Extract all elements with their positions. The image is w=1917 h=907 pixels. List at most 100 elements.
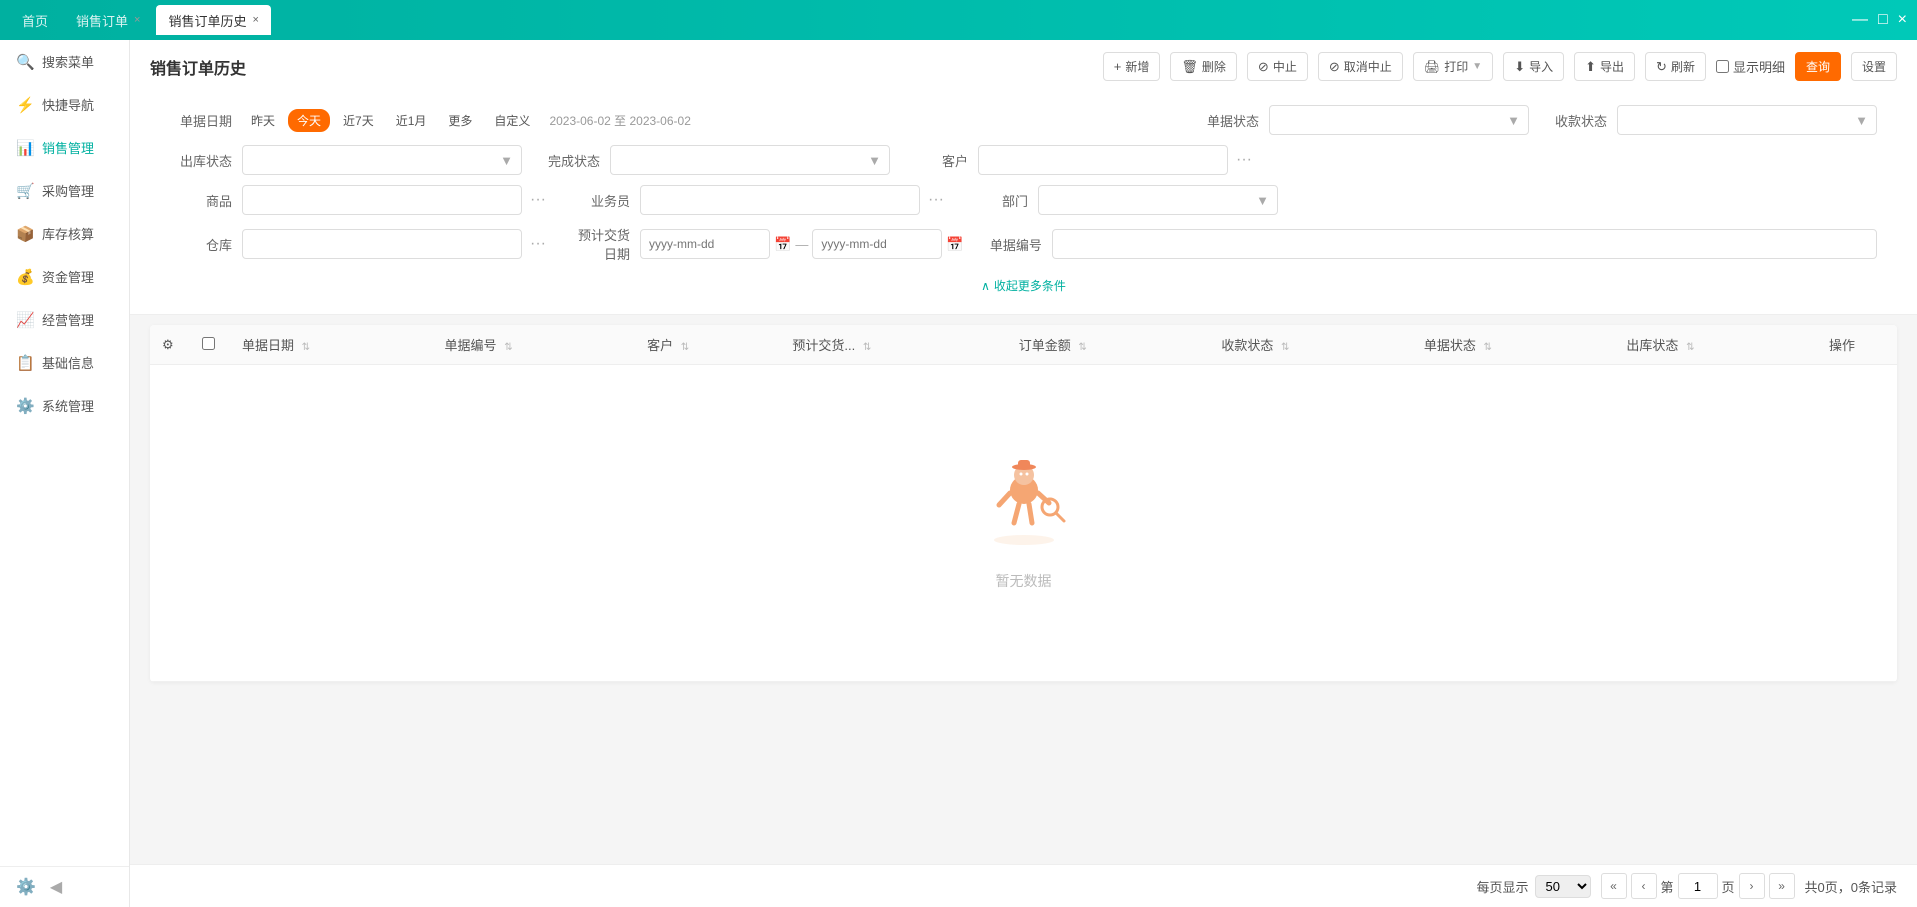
date-chip-custom[interactable]: 自定义 bbox=[485, 109, 539, 132]
cancel-stop-icon: ⊘ bbox=[1329, 59, 1340, 75]
sidebar-item-sales[interactable]: 📊 销售管理 bbox=[0, 126, 129, 169]
date-chip-more[interactable]: 更多 bbox=[439, 109, 481, 132]
sidebar-item-quick-nav[interactable]: ⚡ 快捷导航 bbox=[0, 83, 129, 126]
print-button[interactable]: 🖨 打印 ▼ bbox=[1413, 52, 1493, 81]
page-prev-btn[interactable]: ‹ bbox=[1631, 873, 1657, 899]
collapse-button[interactable]: ∧ 收起更多条件 bbox=[981, 277, 1066, 294]
sort-bill-status-icon[interactable]: ⇅ bbox=[1484, 342, 1492, 353]
th-payment-status[interactable]: 收款状态 ⇅ bbox=[1209, 325, 1412, 365]
sidebar-item-purchase[interactable]: 🛒 采购管理 bbox=[0, 169, 129, 212]
tab-sales-order-history-label: 销售订单历史 bbox=[168, 11, 246, 30]
bill-status-select[interactable]: ▼ bbox=[1269, 105, 1529, 135]
sort-expected-delivery-icon[interactable]: ⇅ bbox=[863, 342, 871, 353]
date-chip-today[interactable]: 今天 bbox=[288, 109, 330, 132]
filter-section: 单据日期 昨天 今天 近7天 近1月 更多 自定义 2023-06-02 至 2… bbox=[150, 93, 1897, 314]
date-chip-yesterday[interactable]: 昨天 bbox=[242, 109, 284, 132]
date-chip-1month[interactable]: 近1月 bbox=[387, 109, 436, 132]
close-sales-order-history-tab[interactable]: × bbox=[252, 14, 258, 26]
sort-date-icon[interactable]: ⇅ bbox=[302, 342, 310, 353]
display-cols-input[interactable] bbox=[1716, 60, 1729, 73]
date-chips: 昨天 今天 近7天 近1月 更多 自定义 2023-06-02 至 2023-0… bbox=[242, 109, 691, 132]
select-all-checkbox[interactable] bbox=[202, 337, 215, 350]
th-expected-delivery[interactable]: 预计交货... ⇅ bbox=[780, 325, 1006, 365]
department-select[interactable]: ▼ bbox=[1038, 185, 1278, 215]
import-button[interactable]: ⬇ 导入 bbox=[1503, 52, 1564, 81]
bill-status-label: 单据状态 bbox=[1197, 111, 1269, 130]
th-customer[interactable]: 客户 ⇅ bbox=[635, 325, 780, 365]
page-next-btn[interactable]: › bbox=[1739, 873, 1765, 899]
warehouse-input[interactable] bbox=[242, 229, 522, 259]
calendar-to-icon[interactable]: 📅 bbox=[946, 236, 963, 253]
expected-delivery-label: 预计交货日期 bbox=[568, 225, 640, 263]
warehouse-dots[interactable]: ··· bbox=[524, 235, 552, 253]
sidebar-item-inventory[interactable]: 📦 库存核算 bbox=[0, 212, 129, 255]
window-maximize-btn[interactable]: × bbox=[1898, 11, 1907, 29]
sort-payment-status-icon[interactable]: ⇅ bbox=[1281, 342, 1289, 353]
date-filter-control: 昨天 今天 近7天 近1月 更多 自定义 2023-06-02 至 2023-0… bbox=[242, 109, 1197, 132]
delivery-date-to[interactable] bbox=[812, 229, 942, 259]
sidebar-collapse-icon[interactable]: ◀ bbox=[50, 877, 62, 897]
th-checkbox[interactable] bbox=[190, 325, 230, 365]
quick-nav-icon: ⚡ bbox=[16, 96, 34, 114]
bill-number-input[interactable] bbox=[1052, 229, 1877, 259]
window-close-btn[interactable]: — bbox=[1852, 11, 1868, 29]
page-first-btn[interactable]: « bbox=[1601, 873, 1627, 899]
goods-dots[interactable]: ··· bbox=[524, 191, 552, 209]
payment-status-select[interactable]: ▼ bbox=[1617, 105, 1877, 135]
date-chip-7days[interactable]: 近7天 bbox=[334, 109, 383, 132]
customer-input[interactable] bbox=[978, 145, 1228, 175]
customer-dots[interactable]: ··· bbox=[1230, 151, 1258, 169]
tab-sales-order-history[interactable]: 销售订单历史 × bbox=[156, 5, 270, 35]
th-amount-label: 订单金额 bbox=[1019, 338, 1071, 353]
th-date[interactable]: 单据日期 ⇅ bbox=[230, 325, 433, 365]
display-cols-checkbox[interactable]: 显示明细 bbox=[1716, 57, 1785, 76]
th-number[interactable]: 单据编号 ⇅ bbox=[433, 325, 636, 365]
sidebar-item-system[interactable]: ⚙️ 系统管理 bbox=[0, 384, 129, 427]
salesperson-input[interactable] bbox=[640, 185, 920, 215]
page-title: 销售订单历史 bbox=[150, 55, 246, 79]
sort-number-icon[interactable]: ⇅ bbox=[504, 342, 512, 353]
th-bill-status[interactable]: 单据状态 ⇅ bbox=[1412, 325, 1615, 365]
goods-input[interactable] bbox=[242, 185, 522, 215]
add-button[interactable]: + 新增 bbox=[1103, 52, 1161, 81]
settings-button[interactable]: 设置 bbox=[1851, 52, 1897, 81]
pagination: « ‹ 第 页 › » bbox=[1601, 873, 1795, 899]
window-minimize-btn[interactable]: □ bbox=[1878, 11, 1888, 29]
sidebar: 🔍 搜索菜单 ⚡ 快捷导航 📊 销售管理 🛒 采购管理 📦 库存核算 💰 资金管… bbox=[0, 40, 130, 907]
collapse-label: 收起更多条件 bbox=[994, 277, 1066, 294]
page-input[interactable] bbox=[1678, 873, 1718, 899]
stop-button[interactable]: ⊘ 中止 bbox=[1247, 52, 1308, 81]
display-cols-label: 显示明细 bbox=[1733, 57, 1785, 76]
delete-button[interactable]: 🗑 删除 bbox=[1170, 52, 1237, 81]
salesperson-dots[interactable]: ··· bbox=[922, 191, 950, 209]
sidebar-management-label: 经营管理 bbox=[42, 310, 94, 329]
date-label: 单据日期 bbox=[170, 111, 242, 130]
sidebar-item-search[interactable]: 🔍 搜索菜单 bbox=[0, 40, 129, 83]
sort-customer-icon[interactable]: ⇅ bbox=[681, 342, 689, 353]
tab-home[interactable]: 首页 bbox=[10, 5, 60, 35]
sidebar-item-finance[interactable]: 💰 资金管理 bbox=[0, 255, 129, 298]
delivery-status-select[interactable]: ▼ bbox=[242, 145, 522, 175]
settings-label: 设置 bbox=[1862, 58, 1886, 75]
cancel-stop-button[interactable]: ⊘ 取消中止 bbox=[1318, 52, 1403, 81]
query-button[interactable]: 查询 bbox=[1795, 52, 1841, 81]
refresh-button[interactable]: ↻ 刷新 bbox=[1645, 52, 1706, 81]
calendar-from-icon[interactable]: 📅 bbox=[774, 236, 791, 253]
th-delivery-status[interactable]: 出库状态 ⇅ bbox=[1614, 325, 1817, 365]
sidebar-item-basic-info[interactable]: 📋 基础信息 bbox=[0, 341, 129, 384]
completion-status-select[interactable]: ▼ bbox=[610, 145, 890, 175]
sidebar-settings-icon[interactable]: ⚙️ bbox=[16, 877, 36, 897]
print-dropdown-icon: ▼ bbox=[1472, 61, 1482, 72]
sidebar-item-management[interactable]: 📈 经营管理 bbox=[0, 298, 129, 341]
delivery-date-from[interactable] bbox=[640, 229, 770, 259]
page-last-btn[interactable]: » bbox=[1769, 873, 1795, 899]
refresh-label: 刷新 bbox=[1671, 58, 1695, 75]
close-sales-order-tab[interactable]: × bbox=[134, 14, 140, 26]
tab-sales-order[interactable]: 销售订单 × bbox=[64, 5, 152, 35]
th-gear[interactable]: ⚙ bbox=[150, 325, 190, 365]
per-page-select[interactable]: 50 10 20 100 bbox=[1535, 875, 1591, 898]
sort-delivery-status-icon[interactable]: ⇅ bbox=[1686, 342, 1694, 353]
sort-amount-icon[interactable]: ⇅ bbox=[1078, 342, 1086, 353]
th-amount[interactable]: 订单金额 ⇅ bbox=[1007, 325, 1210, 365]
export-button[interactable]: ⬆ 导出 bbox=[1574, 52, 1635, 81]
